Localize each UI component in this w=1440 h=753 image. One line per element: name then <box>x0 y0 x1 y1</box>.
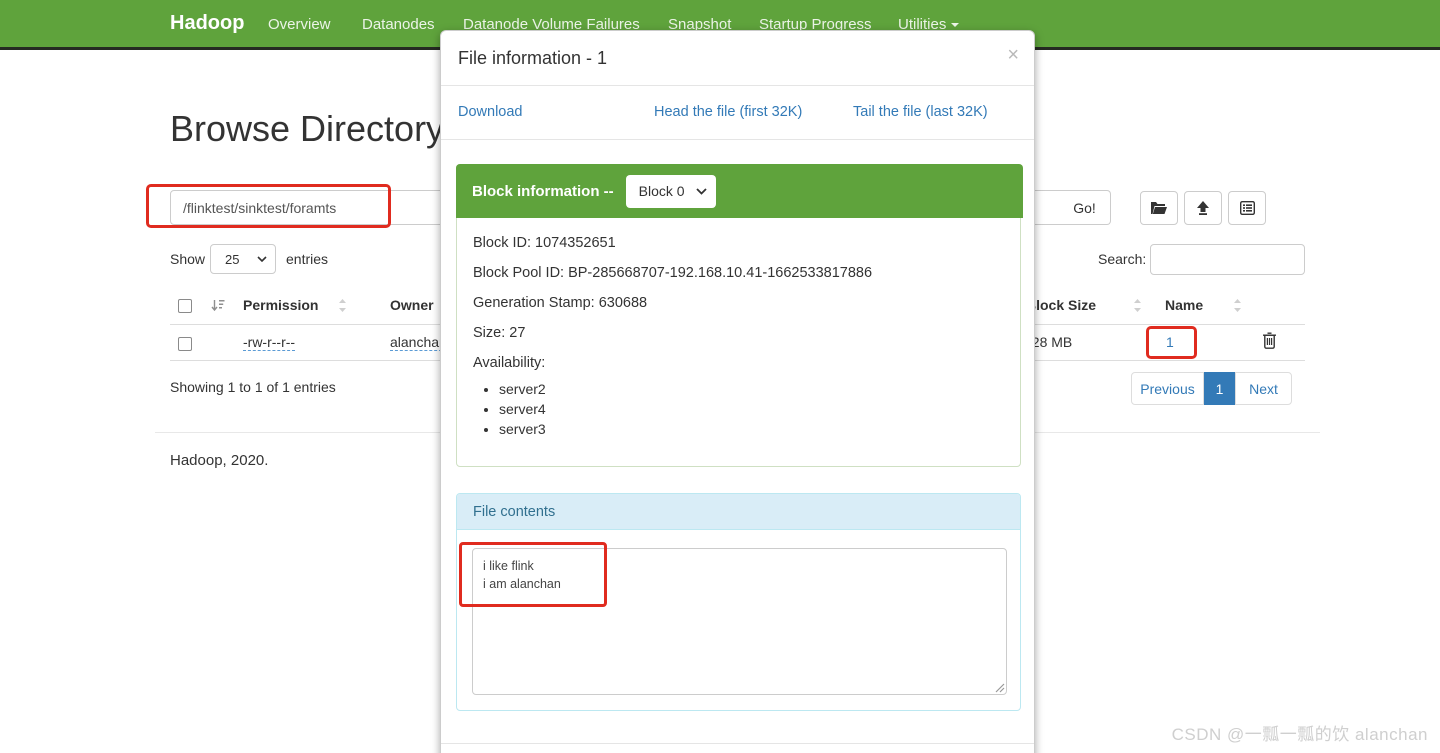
block-id-field: Block ID: 1074352651 <box>473 235 616 251</box>
availability-label: Availability: <box>473 355 546 371</box>
row-checkbox[interactable] <box>178 337 192 351</box>
caret-down-icon <box>951 23 960 28</box>
size-field: Size: 27 <box>473 325 526 341</box>
chevron-down-icon <box>696 187 707 195</box>
select-all-checkbox[interactable] <box>178 299 192 313</box>
modal-header: File information - 1 × <box>441 31 1034 86</box>
search-input[interactable] <box>1150 244 1305 275</box>
cell-owner[interactable]: alanchan <box>390 334 447 351</box>
modal-title: File information - 1 <box>458 48 608 68</box>
cell-permission[interactable]: -rw-r--r-- <box>243 334 296 351</box>
pagination-page-1[interactable]: 1 <box>1204 372 1235 405</box>
availability-list: server2 server4 server3 <box>499 379 1004 439</box>
chevron-down-icon <box>257 256 267 262</box>
pagination-next[interactable]: Next <box>1235 372 1292 405</box>
block-select[interactable]: Block 0 <box>625 174 716 208</box>
sort-amount-icon[interactable] <box>211 299 225 312</box>
availability-server: server2 <box>499 379 1004 399</box>
block-information-panel: Block information -- Block 0 Block ID: 1… <box>456 164 1023 467</box>
block-information-body: Block ID: 1074352651 Block Pool ID: BP-2… <box>457 218 1020 439</box>
close-icon[interactable]: × <box>1007 45 1019 65</box>
generation-stamp-field: Generation Stamp: 630688 <box>473 295 648 311</box>
show-label: Show <box>170 251 206 267</box>
csdn-watermark: CSDN @一瓢一瓢的饮 alanchan <box>1171 725 1428 744</box>
page-title: Browse Directory <box>170 108 445 149</box>
brand-hadoop[interactable]: Hadoop <box>170 12 244 35</box>
block-information-title: Block information -- <box>472 182 614 200</box>
file-contents-textarea[interactable]: i like flink i am alanchan <box>472 548 1007 695</box>
pagination-previous[interactable]: Previous <box>1131 372 1204 405</box>
availability-server: server4 <box>499 399 1004 419</box>
file-contents-panel: File contents i like flink i am alanchan <box>456 493 1021 711</box>
delete-file-button[interactable] <box>1262 332 1277 349</box>
resize-handle-icon[interactable] <box>995 683 1005 693</box>
file-contents-title: File contents <box>473 503 556 520</box>
set-quota-button[interactable] <box>1228 191 1266 225</box>
cell-name-link[interactable]: 1 <box>1166 334 1174 350</box>
hadoop-browse-directory-page: Hadoop Overview Datanodes Datanode Volum… <box>0 0 1440 753</box>
upload-arrow-icon <box>1196 201 1210 215</box>
block-information-header: Block information -- Block 0 <box>456 164 1023 218</box>
nav-item-datanodes[interactable]: Datanodes <box>362 16 435 33</box>
sort-icon[interactable] <box>1233 299 1242 312</box>
col-header-permission[interactable]: Permission <box>243 297 318 313</box>
folder-open-icon <box>1150 201 1168 215</box>
modal-footer-divider <box>441 743 1034 744</box>
sort-icon[interactable] <box>1133 299 1142 312</box>
file-contents-header: File contents <box>457 494 1020 530</box>
tail-file-link[interactable]: Tail the file (last 32K) <box>853 104 988 120</box>
download-link[interactable]: Download <box>458 104 523 120</box>
sort-icon[interactable] <box>338 299 347 312</box>
entries-per-page-select[interactable]: 25 <box>210 244 276 274</box>
head-file-link[interactable]: Head the file (first 32K) <box>654 104 802 120</box>
nav-item-overview[interactable]: Overview <box>268 16 331 33</box>
block-pool-id-field: Block Pool ID: BP-285668707-192.168.10.4… <box>473 265 873 281</box>
upload-file-button[interactable] <box>1184 191 1222 225</box>
availability-server: server3 <box>499 419 1004 439</box>
trash-icon <box>1262 332 1277 349</box>
modal-links-row: Download Head the file (first 32K) Tail … <box>441 86 1034 140</box>
list-alt-icon <box>1239 201 1255 215</box>
entries-label: entries <box>286 251 329 267</box>
footer-text: Hadoop, 2020. <box>170 452 269 469</box>
col-header-block-size[interactable]: Block Size <box>1026 297 1096 313</box>
file-information-modal: File information - 1 × Download Head the… <box>440 30 1035 753</box>
go-button[interactable]: Go! <box>1059 190 1111 225</box>
search-label: Search: <box>1098 251 1147 267</box>
table-info-text: Showing 1 to 1 of 1 entries <box>170 379 336 395</box>
col-header-owner[interactable]: Owner <box>390 297 434 313</box>
col-header-name[interactable]: Name <box>1165 297 1203 313</box>
new-folder-button[interactable] <box>1140 191 1178 225</box>
